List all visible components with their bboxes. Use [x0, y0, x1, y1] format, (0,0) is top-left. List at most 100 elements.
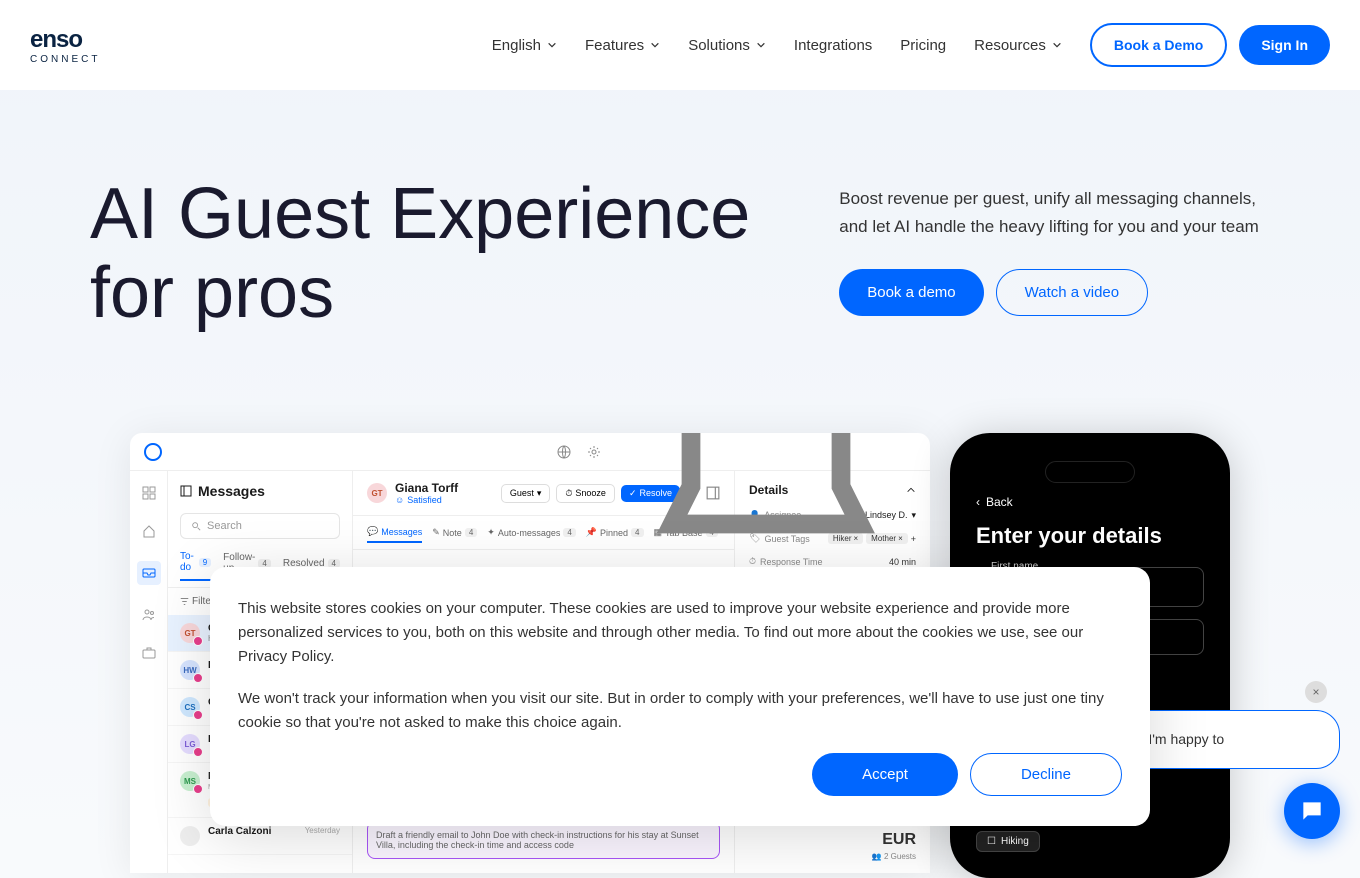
convo-avatar [180, 826, 200, 846]
cookie-decline-button[interactable]: Decline [970, 753, 1122, 796]
nav-resources[interactable]: Resources [974, 37, 1062, 54]
subtab-note[interactable]: ✎Note4 [432, 522, 477, 543]
header-avatar: GT [367, 483, 387, 503]
convo-header-left: GT Giana Torff ☺Satisfied [367, 481, 458, 505]
chevron-down-icon [547, 40, 557, 50]
logo[interactable]: enso CONNECT [30, 26, 100, 65]
chevron-down-icon: ▾ [537, 488, 542, 499]
nav-solutions[interactable]: Solutions [688, 37, 766, 54]
nav-integrations-label: Integrations [794, 37, 872, 54]
phone-back-button[interactable]: ‹ Back [976, 495, 1204, 509]
cookie-text-1: This website stores cookies on your comp… [238, 597, 1122, 669]
convo-avatar: MS [180, 771, 200, 791]
phone-chip-hiking[interactable]: ☐ Hiking [976, 831, 1040, 852]
phone-chip-label: Hiking [1001, 836, 1029, 847]
chat-icon: 💬 [367, 526, 378, 537]
logo-text-bottom: CONNECT [30, 54, 100, 65]
filter-icon [180, 597, 189, 606]
nav-actions: Book a Demo Sign In [1090, 23, 1330, 67]
book-demo-button[interactable]: Book a Demo [1090, 23, 1227, 67]
guest-label: Guest [510, 488, 534, 498]
phone-title: Enter your details [976, 523, 1204, 549]
chevron-down-icon [756, 40, 766, 50]
tab-todo[interactable]: To- do9 [180, 551, 211, 581]
close-icon: × [1312, 683, 1319, 701]
app-topbar: 1 [130, 433, 930, 471]
messages-title: Messages [180, 483, 340, 499]
nav-english-label: English [492, 37, 541, 54]
messages-title-text: Messages [198, 483, 265, 499]
nav-features-label: Features [585, 37, 644, 54]
convo-avatar: GT [180, 623, 200, 643]
chat-close-button[interactable]: × [1305, 681, 1327, 703]
cookie-actions: Accept Decline [238, 753, 1122, 796]
pencil-icon: ✎ [432, 527, 440, 538]
avatar-sub-icon [193, 784, 203, 794]
subtab-auto[interactable]: ✦Auto-messages4 [487, 522, 576, 543]
clock-icon: ⏱ [565, 488, 572, 499]
search-placeholder: Search [207, 520, 242, 532]
nav-features[interactable]: Features [585, 37, 660, 54]
nav-resources-label: Resources [974, 37, 1046, 54]
search-icon [191, 521, 201, 531]
nav-english[interactable]: English [492, 37, 557, 54]
nav-integrations[interactable]: Integrations [794, 37, 872, 54]
satisfied-text: Satisfied [407, 495, 442, 505]
convo-avatar: LG [180, 734, 200, 754]
sparkle-icon: ✦ [487, 527, 495, 538]
satisfied-badge: ☺Satisfied [395, 495, 458, 505]
convo-time: Yesterday [305, 826, 340, 835]
tab-todo-count: 9 [199, 558, 211, 567]
search-input[interactable]: Search [180, 513, 340, 539]
chat-fab[interactable] [1284, 783, 1340, 839]
hero-book-demo-button[interactable]: Book a demo [839, 269, 983, 316]
app-sidebar [130, 471, 168, 873]
avatar-sub-icon [193, 673, 203, 683]
checkbox-icon: ☐ [987, 836, 996, 847]
guests-text: 2 Guests [884, 852, 916, 861]
globe-icon[interactable] [556, 444, 572, 460]
header-guest-name: Giana Torff [395, 481, 458, 495]
subtab-messages-label: Messages [381, 527, 422, 537]
subtab-messages[interactable]: 💬Messages [367, 522, 422, 543]
cookie-text-2: We won't track your information when you… [238, 687, 1122, 735]
chevron-left-icon: ‹ [976, 495, 980, 509]
gear-icon[interactable] [586, 444, 602, 460]
hero-title: AI Guest Experience for pros [90, 175, 779, 333]
app-logo-icon [144, 443, 162, 461]
hero-right: Boost revenue per guest, unify all messa… [839, 175, 1270, 333]
avatar-sub-icon [193, 710, 203, 720]
sign-in-button[interactable]: Sign In [1239, 25, 1330, 65]
smile-icon: ☺ [395, 495, 404, 505]
inbox-icon[interactable] [137, 561, 161, 585]
cookie-accept-button[interactable]: Accept [812, 753, 958, 796]
users-icon: 👥 [872, 852, 882, 861]
users-icon[interactable] [141, 607, 157, 623]
briefcase-icon[interactable] [141, 645, 157, 661]
chevron-down-icon [1052, 40, 1062, 50]
nav-pricing-label: Pricing [900, 37, 946, 54]
chat-icon [1299, 798, 1325, 824]
subtab-note-label: Note [443, 528, 462, 538]
subtab-auto-label: Auto-messages [498, 528, 561, 538]
snooze-label: Snooze [575, 488, 606, 498]
hero-actions: Book a demo Watch a video [839, 269, 1270, 316]
avatar-sub-icon [193, 747, 203, 757]
subtab-auto-count: 4 [563, 528, 575, 537]
grid-icon[interactable] [141, 485, 157, 501]
main-header: enso CONNECT English Features Solutions … [0, 0, 1360, 90]
snooze-button[interactable]: ⏱Snooze [556, 484, 615, 503]
convo-avatar: CS [180, 697, 200, 717]
hero-left: AI Guest Experience for pros [90, 175, 779, 333]
main-nav: English Features Solutions Integrations … [492, 23, 1330, 67]
message-composer[interactable]: Draft a friendly email to John Doe with … [367, 821, 720, 859]
pin-icon: 📌 [586, 527, 597, 538]
subtab-note-count: 4 [465, 528, 477, 537]
message-list-header: Messages [168, 471, 352, 507]
nav-pricing[interactable]: Pricing [900, 37, 946, 54]
guest-dropdown[interactable]: Guest▾ [501, 484, 551, 503]
chevron-down-icon [650, 40, 660, 50]
home-icon[interactable] [141, 523, 157, 539]
hero-watch-video-button[interactable]: Watch a video [996, 269, 1149, 316]
phone-notch [1045, 461, 1135, 483]
